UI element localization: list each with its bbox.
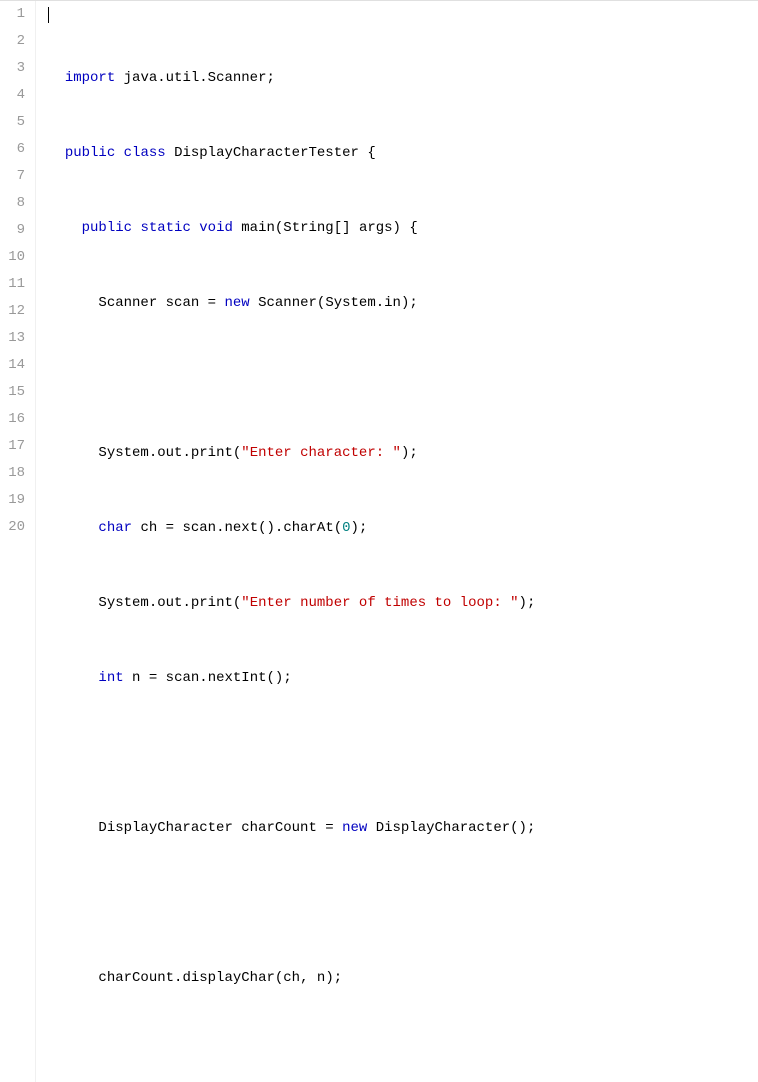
line-number: 19 (0, 487, 25, 514)
line-number: 11 (0, 271, 25, 298)
code-line: charCount.displayChar(ch, n); (48, 965, 758, 992)
line-number: 12 (0, 298, 25, 325)
line-number: 13 (0, 325, 25, 352)
keyword-public: public (82, 220, 132, 236)
code-line: System.out.print("Enter character: "); (48, 440, 758, 467)
keyword-void: void (199, 220, 233, 236)
code-line: import java.util.Scanner; (48, 65, 758, 92)
code-line: int n = scan.nextInt(); (48, 665, 758, 692)
keyword-char: char (98, 520, 132, 536)
line-number: 4 (0, 82, 25, 109)
string-literal: "Enter character: " (241, 445, 401, 461)
keyword-new: new (224, 295, 249, 311)
line-number: 8 (0, 190, 25, 217)
code-line: DisplayCharacter charCount = new Display… (48, 815, 758, 842)
line-number: 6 (0, 136, 25, 163)
keyword-public: public (65, 145, 115, 161)
line-number: 7 (0, 163, 25, 190)
code-line (48, 1040, 758, 1067)
code-editor: 1 2 3 4 5 6 7 8 9 10 11 12 13 14 15 16 1… (0, 0, 758, 1082)
keyword-static: static (140, 220, 190, 236)
line-number: 10 (0, 244, 25, 271)
line-number: 1 (0, 1, 25, 28)
code-line (48, 740, 758, 767)
keyword-import: import (65, 70, 115, 86)
keyword-class: class (124, 145, 166, 161)
code-line (48, 365, 758, 392)
line-number: 17 (0, 433, 25, 460)
string-literal: "Enter number of times to loop: " (241, 595, 518, 611)
line-number: 16 (0, 406, 25, 433)
line-number: 9 (0, 217, 25, 244)
line-number-gutter: 1 2 3 4 5 6 7 8 9 10 11 12 13 14 15 16 1… (0, 1, 36, 1082)
code-line: Scanner scan = new Scanner(System.in); (48, 290, 758, 317)
line-number: 20 (0, 514, 25, 541)
line-number: 15 (0, 379, 25, 406)
text-cursor (48, 7, 49, 23)
line-number: 3 (0, 55, 25, 82)
line-number: 2 (0, 28, 25, 55)
code-line: public static void main(String[] args) { (48, 215, 758, 242)
code-line (48, 890, 758, 917)
line-number: 5 (0, 109, 25, 136)
code-line: public class DisplayCharacterTester { (48, 140, 758, 167)
code-line: char ch = scan.next().charAt(0); (48, 515, 758, 542)
keyword-new: new (342, 820, 367, 836)
code-area[interactable]: import java.util.Scanner; public class D… (36, 1, 758, 1082)
code-line: System.out.print("Enter number of times … (48, 590, 758, 617)
number-literal: 0 (342, 520, 350, 536)
line-number: 18 (0, 460, 25, 487)
keyword-int: int (98, 670, 123, 686)
line-number: 14 (0, 352, 25, 379)
